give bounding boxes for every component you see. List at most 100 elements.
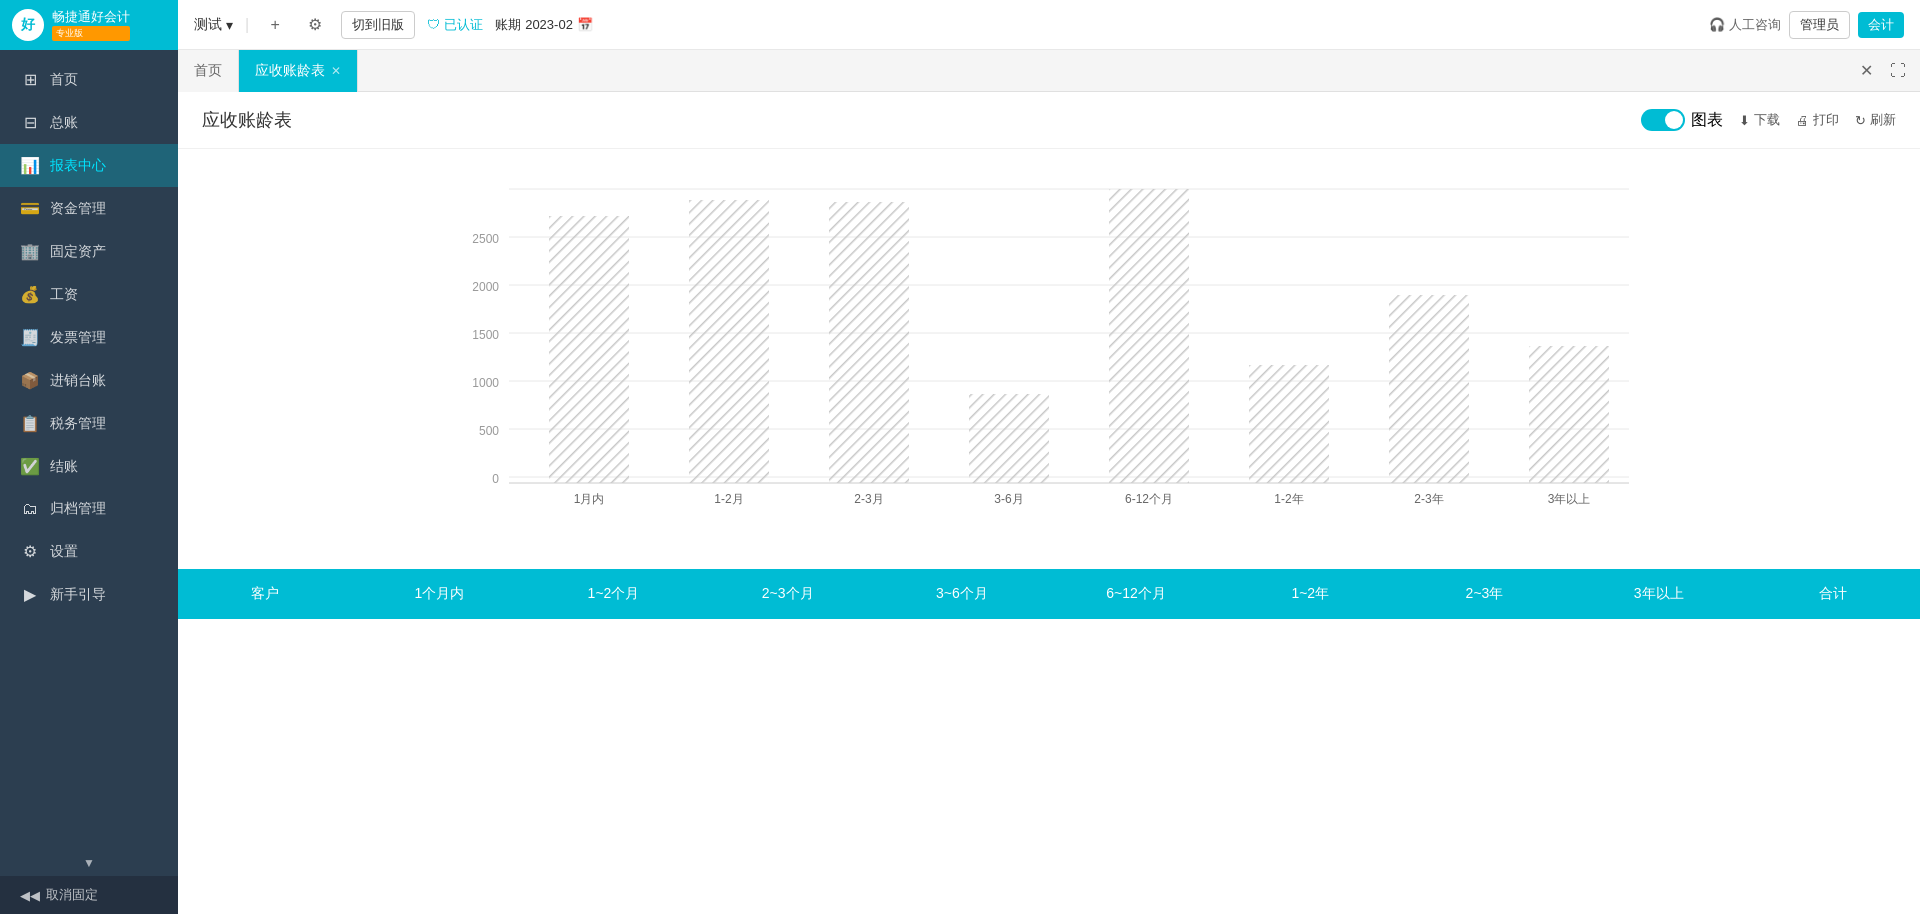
svg-text:1-2月: 1-2月: [714, 492, 743, 506]
table-header-cell-1m: 1个月内: [352, 569, 526, 619]
chart-area: 0 500 1000 1500 2000 2500: [178, 149, 1920, 569]
svg-text:1月内: 1月内: [574, 492, 605, 506]
sidebar-item-archive[interactable]: 🗂 归档管理: [0, 488, 178, 530]
sidebar-label-archive: 归档管理: [50, 500, 106, 518]
tab-home[interactable]: 首页: [178, 50, 239, 92]
bar-3-6月: [969, 394, 1049, 483]
svg-text:0: 0: [492, 472, 499, 486]
sidebar-item-tax[interactable]: 📋 税务管理: [0, 402, 178, 445]
verified-label: 已认证: [444, 16, 483, 34]
svg-text:3年以上: 3年以上: [1548, 492, 1591, 506]
project-selector[interactable]: 测试 ▾: [194, 16, 233, 34]
chart-toggle-label: 图表: [1691, 110, 1723, 131]
consult-label: 人工咨询: [1729, 16, 1781, 34]
sidebar-item-home[interactable]: ⊞ 首页: [0, 58, 178, 101]
sidebar-label-settle: 结账: [50, 458, 78, 476]
chart-container: 0 500 1000 1500 2000 2500: [202, 169, 1896, 549]
period-value: 2023-02: [525, 17, 573, 32]
refresh-button[interactable]: ↻ 刷新: [1855, 111, 1896, 129]
sidebar-label-payroll: 工资: [50, 286, 78, 304]
settle-icon: ✅: [20, 457, 40, 476]
sidebar-item-settings[interactable]: ⚙ 设置: [0, 530, 178, 573]
header-right: 🎧 人工咨询 管理员 会计: [1709, 11, 1904, 39]
payroll-icon: 💰: [20, 285, 40, 304]
svg-text:2500: 2500: [472, 232, 499, 246]
print-label: 打印: [1813, 111, 1839, 129]
chart-toggle[interactable]: [1641, 109, 1685, 131]
bar-1-2年: [1249, 365, 1329, 483]
cancel-fix-button[interactable]: ◀◀ 取消固定: [0, 876, 178, 914]
home-icon: ⊞: [20, 70, 40, 89]
table-header-cell-6m: 3~6个月: [875, 569, 1049, 619]
shield-icon: 🛡: [427, 17, 440, 32]
sidebar-item-payroll[interactable]: 💰 工资: [0, 273, 178, 316]
sidebar-item-funds[interactable]: 💳 资金管理: [0, 187, 178, 230]
tab-close-icon[interactable]: ✕: [331, 64, 341, 78]
tab-aging[interactable]: 应收账龄表 ✕: [239, 50, 358, 92]
page-header: 应收账龄表 图表 ⬇ 下载 🖨 打印 ↻: [178, 92, 1920, 149]
sidebar-logo: 好 畅捷通好会计 专业版: [0, 0, 178, 50]
period-info: 账期 2023-02 📅: [495, 16, 593, 34]
sidebar-label-ledger: 总账: [50, 114, 78, 132]
download-button[interactable]: ⬇ 下载: [1739, 111, 1780, 129]
app-edition: 专业版: [52, 26, 130, 41]
table-header-cell-3m: 2~3个月: [701, 569, 875, 619]
user-button[interactable]: 管理员: [1789, 11, 1850, 39]
bar-1月内: [549, 216, 629, 483]
sales-icon: 📦: [20, 371, 40, 390]
table-header-cell-customer: 客户: [178, 569, 352, 619]
table-header-cell-2m: 1~2个月: [526, 569, 700, 619]
svg-text:6-12个月: 6-12个月: [1125, 492, 1173, 506]
svg-text:1000: 1000: [472, 376, 499, 390]
sidebar-item-invoice[interactable]: 🧾 发票管理: [0, 316, 178, 359]
headset-icon: 🎧: [1709, 17, 1725, 32]
sidebar-scroll-down[interactable]: ▼: [0, 850, 178, 876]
pin-icon: ◀◀: [20, 888, 40, 903]
download-icon: ⬇: [1739, 113, 1750, 128]
app-name: 畅捷通好会计: [52, 9, 130, 25]
bar-6-12月: [1109, 189, 1189, 483]
svg-text:2000: 2000: [472, 280, 499, 294]
sidebar-label-settings: 设置: [50, 543, 78, 561]
switch-old-version-button[interactable]: 切到旧版: [341, 11, 415, 39]
sidebar-label-tax: 税务管理: [50, 415, 106, 433]
sidebar-nav: ⊞ 首页 ⊟ 总账 📊 报表中心 💳 资金管理 🏢 固定资产 💰 工资 🧾 发票…: [0, 50, 178, 850]
sidebar-label-reports: 报表中心: [50, 157, 106, 175]
print-button[interactable]: 🖨 打印: [1796, 111, 1839, 129]
project-name: 测试: [194, 16, 222, 34]
close-tab-button[interactable]: ✕: [1852, 57, 1880, 85]
print-icon: 🖨: [1796, 113, 1809, 128]
period-label: 账期: [495, 16, 521, 34]
assets-icon: 🏢: [20, 242, 40, 261]
refresh-icon: ↻: [1855, 113, 1866, 128]
content-area: 应收账龄表 图表 ⬇ 下载 🖨 打印 ↻: [178, 92, 1920, 914]
expand-button[interactable]: ⛶: [1884, 57, 1912, 85]
consult-button[interactable]: 🎧 人工咨询: [1709, 16, 1781, 34]
settings-header-button[interactable]: ⚙: [301, 11, 329, 39]
add-button[interactable]: +: [261, 11, 289, 39]
tax-icon: 📋: [20, 414, 40, 433]
sidebar-item-ledger[interactable]: ⊟ 总账: [0, 101, 178, 144]
sidebar-item-settle[interactable]: ✅ 结账: [0, 445, 178, 488]
accountant-button[interactable]: 会计: [1858, 12, 1904, 38]
refresh-label: 刷新: [1870, 111, 1896, 129]
bar-chart: 0 500 1000 1500 2000 2500: [202, 169, 1896, 549]
sidebar-label-assets: 固定资产: [50, 243, 106, 261]
sidebar-item-reports[interactable]: 📊 报表中心: [0, 144, 178, 187]
sidebar-item-guide[interactable]: ▶ 新手引导: [0, 573, 178, 616]
tab-aging-label: 应收账龄表: [255, 62, 325, 80]
table-header: 客户 1个月内 1~2个月 2~3个月 3~6个月 6~12个月 1~2年 2~…: [178, 569, 1920, 619]
sidebar-label-sales: 进销台账: [50, 372, 106, 390]
ledger-icon: ⊟: [20, 113, 40, 132]
guide-icon: ▶: [20, 585, 40, 604]
header: 测试 ▾ | + ⚙ 切到旧版 🛡 已认证 账期 2023-02 📅 🎧 人工咨…: [178, 0, 1920, 50]
sidebar-label-home: 首页: [50, 71, 78, 89]
tabs-bar: 首页 应收账龄表 ✕ ✕ ⛶: [178, 50, 1920, 92]
table-header-cell-3y: 2~3年: [1397, 569, 1571, 619]
main-content: 首页 应收账龄表 ✕ ✕ ⛶ 应收账龄表 图表 ⬇: [178, 50, 1920, 914]
sidebar-item-assets[interactable]: 🏢 固定资产: [0, 230, 178, 273]
settings-icon: ⚙: [20, 542, 40, 561]
calendar-icon[interactable]: 📅: [577, 17, 593, 32]
sidebar-item-sales[interactable]: 📦 进销台账: [0, 359, 178, 402]
table-header-cell-2y: 1~2年: [1223, 569, 1397, 619]
